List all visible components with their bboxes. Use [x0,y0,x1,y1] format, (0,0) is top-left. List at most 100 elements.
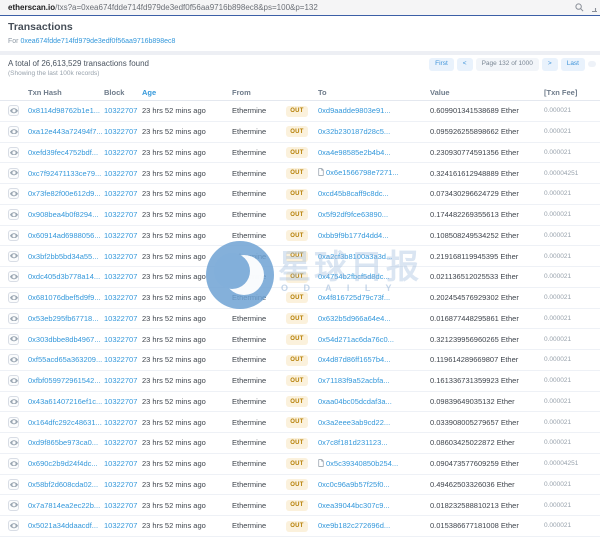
eye-preview-button[interactable] [8,458,19,470]
eye-preview-button[interactable] [8,478,19,490]
block-link[interactable]: 10322707 [104,293,137,302]
txn-hash-link[interactable]: 0x3bf2bb5bd34a55... [28,252,98,261]
to-link[interactable]: 0xa2cf3b8100a3a3d... [318,252,392,261]
last-page-button[interactable]: Last [560,58,585,71]
from-text: Ethermine [232,293,267,303]
txn-hash-link[interactable]: 0xd9f865be973ca0... [28,438,98,447]
eye-preview-button[interactable] [8,229,19,241]
eye-preview-button[interactable] [8,209,19,221]
txn-hash-link[interactable]: 0x58bf2d608cda02... [28,480,98,489]
to-link[interactable]: 0x32b230187d28c5... [318,127,390,136]
pagination-overflow-stub[interactable] [588,61,596,68]
age-text: 23 hrs 52 mins ago [142,521,206,531]
eye-preview-button[interactable] [8,271,19,283]
block-link[interactable]: 10322707 [104,231,137,240]
prev-page-button[interactable]: < [456,58,473,71]
txn-hash-link[interactable]: 0x681076dbef5d9f9... [28,293,101,302]
txn-hash-link[interactable]: 0xdc405d3b778a14... [28,272,100,281]
to-link[interactable]: 0x5f92df9fce63890... [318,210,388,219]
to-link[interactable]: 0xc0c96a9b57f25f0... [318,480,390,489]
txn-hash-link[interactable]: 0x5021a34ddaacdf... [28,521,98,530]
eye-preview-button[interactable] [8,354,19,366]
txn-hash-link[interactable]: 0x690c2b9d24f4dc... [28,459,98,468]
eye-preview-button[interactable] [8,105,19,117]
block-link[interactable]: 10322707 [104,521,137,530]
eye-preview-button[interactable] [8,250,19,262]
eye-preview-button[interactable] [8,167,19,179]
to-link[interactable]: 0x71183f9a52acbfa... [318,376,390,385]
eye-preview-button[interactable] [8,188,19,200]
block-link[interactable]: 10322707 [104,376,137,385]
to-link[interactable]: 0xbb9f9b177d4dd4... [318,231,388,240]
eye-preview-button[interactable] [8,499,19,511]
to-link[interactable]: 0x7c8f181d231123... [318,438,388,447]
txn-hash-link[interactable]: 0x908bea4b0f8294... [28,210,98,219]
to-link[interactable]: 0xaa04bc05dcdaf3a... [318,397,392,406]
eye-preview-button[interactable] [8,126,19,138]
to-link[interactable]: 0x4754b2fbcf5d8dc... [318,272,390,281]
eye-preview-button[interactable] [8,395,19,407]
to-link[interactable]: 0x6e1566798e7271... [326,168,399,177]
to-link[interactable]: 0xcd45b8caff9c8dc... [318,189,389,198]
to-link[interactable]: 0x4d87d86ff1657b4... [318,355,390,364]
block-link[interactable]: 10322707 [104,438,137,447]
block-link[interactable]: 10322707 [104,480,137,489]
txn-hash-link[interactable]: 0x73fe82f00e612d9... [28,189,101,198]
txn-hash-link[interactable]: 0x43a61407216ef1c... [28,397,102,406]
txn-hash-link[interactable]: 0x303dbbe8db4967... [28,335,101,344]
eye-preview-button[interactable] [8,146,19,158]
block-link[interactable]: 10322707 [104,418,137,427]
eye-preview-button[interactable] [8,416,19,428]
txn-hash-link[interactable]: 0xfbf059972961542... [28,376,101,385]
url-bar: etherscan.io/txs?a=0xea674fdde714fd979de… [0,0,600,16]
block-link[interactable]: 10322707 [104,106,137,115]
direction-badge: OUT [286,230,308,242]
address-bar[interactable]: etherscan.io/txs?a=0xea674fdde714fd979de… [8,3,575,12]
txn-hash-link[interactable]: 0xa12e443a72494f7... [28,127,103,136]
to-link[interactable]: 0x3a2eee3ab9cd22... [318,418,390,427]
block-link[interactable]: 10322707 [104,127,137,136]
eye-preview-button[interactable] [8,312,19,324]
block-link[interactable]: 10322707 [104,210,137,219]
browser-edge-icon[interactable] [591,3,597,12]
block-link[interactable]: 10322707 [104,335,137,344]
block-link[interactable]: 10322707 [104,355,137,364]
block-link[interactable]: 10322707 [104,169,137,178]
header-age[interactable]: Age [142,88,232,97]
to-link[interactable]: 0x632b5d966a64e4... [318,314,391,323]
to-link[interactable]: 0xa4e98585e2b4b4... [318,148,391,157]
txn-hash-link[interactable]: 0x164dfc292c48631... [28,418,102,427]
block-link[interactable]: 10322707 [104,397,137,406]
to-link[interactable]: 0x54d271ac6da76c0... [318,335,394,344]
eye-preview-button[interactable] [8,437,19,449]
txn-hash-link[interactable]: 0x60914ad6988056... [28,231,101,240]
first-page-button[interactable]: First [429,58,454,71]
txn-hash-link[interactable]: 0xefd39fec4752bdf... [28,148,98,157]
block-link[interactable]: 10322707 [104,501,137,510]
to-link[interactable]: 0xe9b182c272696d... [318,521,390,530]
eye-preview-button[interactable] [8,520,19,532]
to-link[interactable]: 0x4f816725d79c73f... [318,293,390,302]
eye-preview-button[interactable] [8,292,19,304]
address-link[interactable]: 0xea674fdde714fd979de3edf0f56aa9716b898e… [20,38,175,45]
block-link[interactable]: 10322707 [104,189,137,198]
eye-preview-button[interactable] [8,333,19,345]
to-link[interactable]: 0xea39044bc307c9... [318,501,390,510]
to-link[interactable]: 0xd9aadde9803e91... [318,106,391,115]
block-link[interactable]: 10322707 [104,314,137,323]
block-link[interactable]: 10322707 [104,272,137,281]
txn-hash-link[interactable]: 0x8114d98762b1e1... [28,106,100,115]
next-page-button[interactable]: > [541,58,558,71]
txn-hash-link[interactable]: 0x7a7814ea2ec22b... [28,501,100,510]
txn-hash-link[interactable]: 0x53eb295fb67718... [28,314,98,323]
to-link[interactable]: 0x5c39340850b254... [326,459,398,468]
block-link[interactable]: 10322707 [104,252,137,261]
eye-preview-button[interactable] [8,375,19,387]
block-link[interactable]: 10322707 [104,459,137,468]
transaction-row: 0x690c2b9d24f4dc... 10322707 23 hrs 52 m… [0,454,600,475]
txn-hash-link[interactable]: 0xc7f92471133ce79... [28,169,101,178]
block-link[interactable]: 10322707 [104,148,137,157]
search-icon[interactable] [575,3,584,12]
txn-hash-link[interactable]: 0xf55acd65a363209... [28,355,102,364]
eye-icon [9,253,18,259]
